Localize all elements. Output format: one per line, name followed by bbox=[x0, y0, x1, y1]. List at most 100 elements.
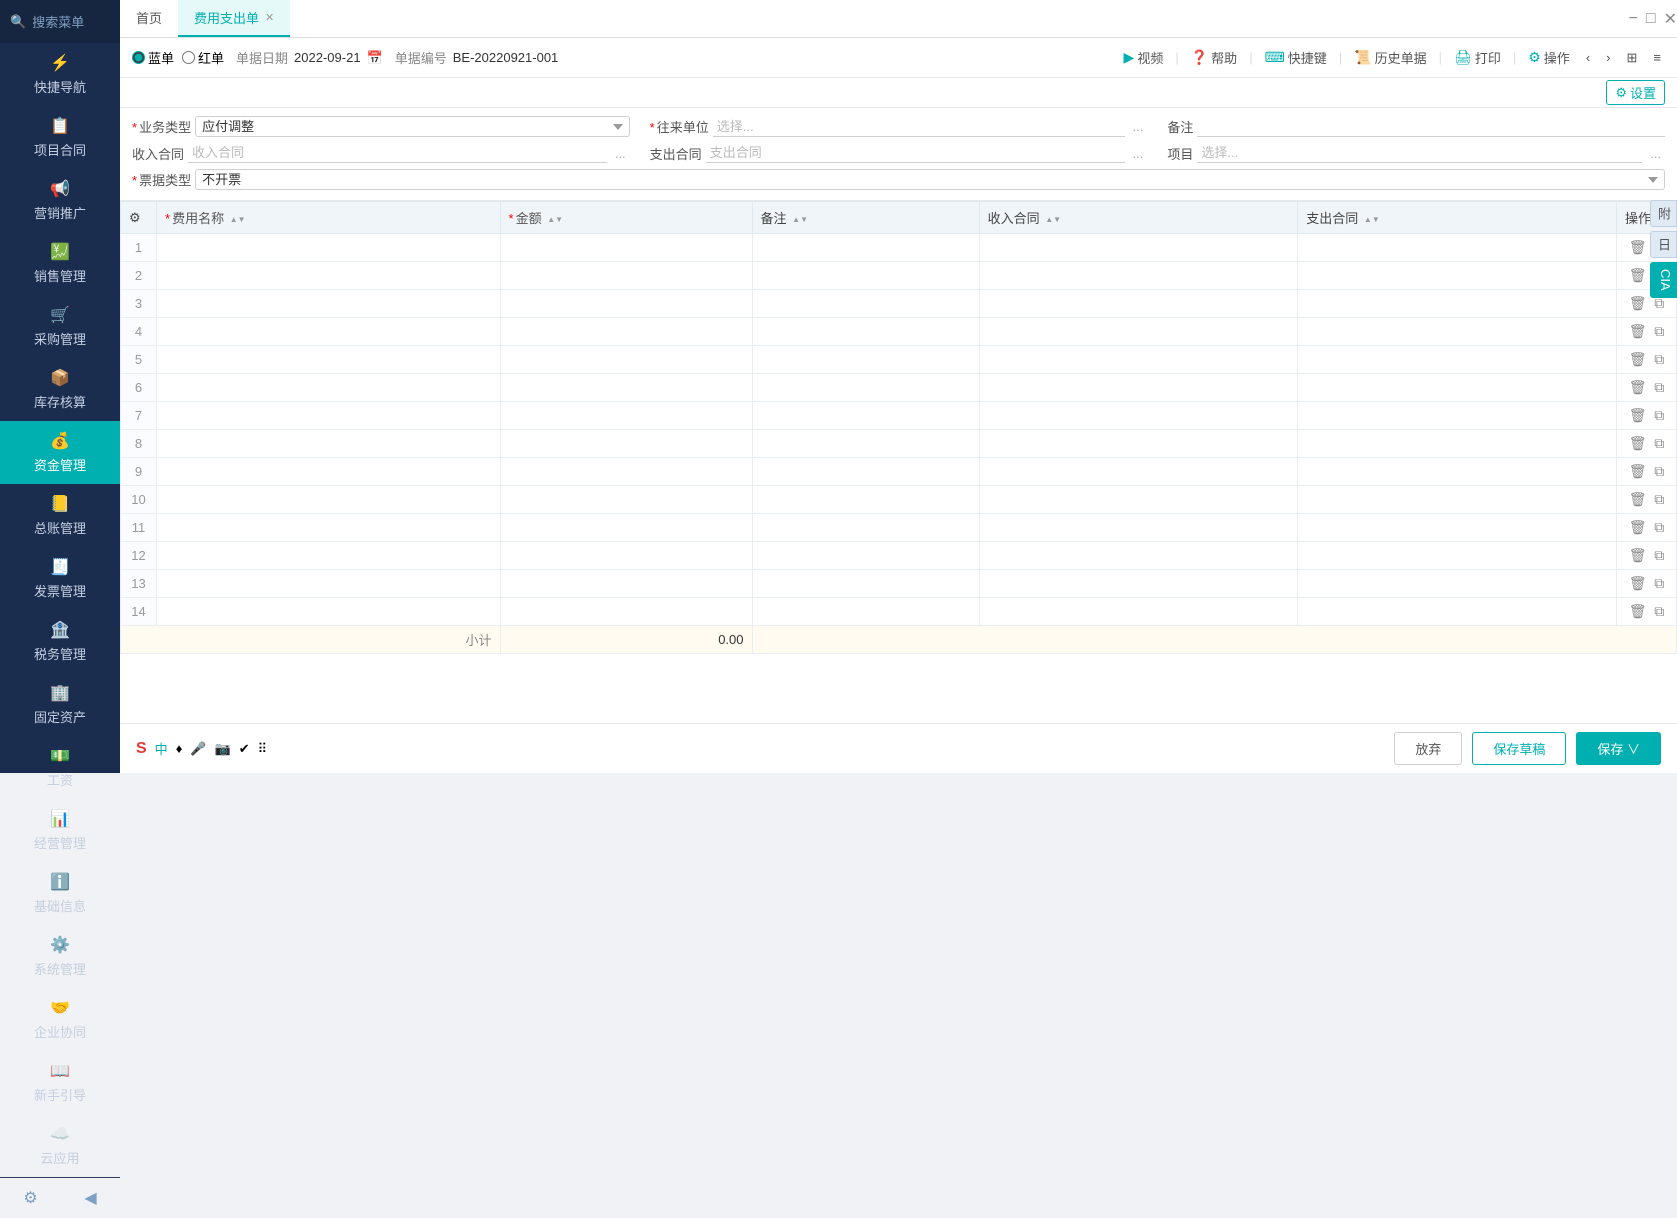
cell-amount-1[interactable] bbox=[500, 234, 752, 262]
radio-red[interactable]: 红单 bbox=[182, 48, 224, 67]
copy-row-11-icon[interactable]: ⧉ bbox=[1654, 519, 1664, 535]
cell-remark-2[interactable] bbox=[752, 262, 979, 290]
radio-blue[interactable]: 蓝单 bbox=[132, 48, 174, 67]
copy-row-6-icon[interactable]: ⧉ bbox=[1654, 379, 1664, 395]
cell-name-11[interactable] bbox=[157, 514, 501, 542]
cell-remark-6[interactable] bbox=[752, 374, 979, 402]
sort-amount-icon[interactable]: ▲▼ bbox=[547, 216, 563, 224]
speaker-icon[interactable]: ◀ bbox=[84, 1188, 96, 1208]
cell-income-6[interactable] bbox=[979, 374, 1298, 402]
sidebar-item-sales[interactable]: 💹 销售管理 bbox=[0, 232, 120, 295]
cell-expense-9[interactable] bbox=[1298, 458, 1617, 486]
nav-prev-btn[interactable]: ‹ bbox=[1582, 48, 1594, 67]
sidebar-item-accounting[interactable]: 📒 总账管理 bbox=[0, 484, 120, 547]
project-dots[interactable]: ... bbox=[1646, 146, 1665, 161]
settings-icon[interactable]: ⚙ bbox=[23, 1188, 37, 1208]
sort-income-icon[interactable]: ▲▼ bbox=[1045, 216, 1061, 224]
delete-row-9-icon[interactable]: 🗑 bbox=[1629, 463, 1647, 479]
cell-remark-10[interactable] bbox=[752, 486, 979, 514]
invoice-type-select[interactable]: 不开票 bbox=[195, 169, 1665, 190]
sidebar-item-base-info[interactable]: ℹ️ 基础信息 bbox=[0, 862, 120, 925]
cell-remark-4[interactable] bbox=[752, 318, 979, 346]
th-gear[interactable]: ⚙ bbox=[121, 202, 157, 234]
sidebar-item-invoice[interactable]: 🧾 发票管理 bbox=[0, 547, 120, 610]
cell-amount-13[interactable] bbox=[500, 570, 752, 598]
cell-expense-4[interactable] bbox=[1298, 318, 1617, 346]
cell-name-4[interactable] bbox=[157, 318, 501, 346]
copy-row-5-icon[interactable]: ⧉ bbox=[1654, 351, 1664, 367]
tab-home[interactable]: 首页 bbox=[120, 0, 178, 37]
cell-expense-8[interactable] bbox=[1298, 430, 1617, 458]
cell-remark-13[interactable] bbox=[752, 570, 979, 598]
cell-expense-3[interactable] bbox=[1298, 290, 1617, 318]
copy-row-12-icon[interactable]: ⧉ bbox=[1654, 547, 1664, 563]
cell-income-14[interactable] bbox=[979, 598, 1298, 626]
cell-amount-7[interactable] bbox=[500, 402, 752, 430]
sidebar-item-cloud[interactable]: ☁️ 云应用 bbox=[0, 1114, 120, 1177]
video-btn[interactable]: ▶ 视频 bbox=[1120, 46, 1168, 69]
sidebar-item-project-contract[interactable]: 📋 项目合同 bbox=[0, 106, 120, 169]
cell-income-12[interactable] bbox=[979, 542, 1298, 570]
expense-contract-dots[interactable]: ... bbox=[1129, 146, 1148, 161]
delete-row-11-icon[interactable]: 🗑 bbox=[1629, 519, 1647, 535]
delete-row-4-icon[interactable]: 🗑 bbox=[1629, 323, 1647, 339]
sidebar-item-capital[interactable]: 💰 资金管理 bbox=[0, 421, 120, 484]
shortcut-btn[interactable]: ⌨ 快捷键 bbox=[1261, 46, 1331, 69]
cell-income-9[interactable] bbox=[979, 458, 1298, 486]
cell-amount-4[interactable] bbox=[500, 318, 752, 346]
cell-expense-1[interactable] bbox=[1298, 234, 1617, 262]
cell-remark-14[interactable] bbox=[752, 598, 979, 626]
cell-amount-9[interactable] bbox=[500, 458, 752, 486]
delete-row-7-icon[interactable]: 🗑 bbox=[1629, 407, 1647, 423]
sidebar-item-inventory[interactable]: 📦 库存核算 bbox=[0, 358, 120, 421]
cell-name-10[interactable] bbox=[157, 486, 501, 514]
tab-expense[interactable]: 费用支出单 ✕ bbox=[178, 0, 290, 37]
cell-name-3[interactable] bbox=[157, 290, 501, 318]
delete-row-6-icon[interactable]: 🗑 bbox=[1629, 379, 1647, 395]
window-close[interactable]: ✕ bbox=[1664, 9, 1677, 29]
cell-name-1[interactable] bbox=[157, 234, 501, 262]
copy-row-13-icon[interactable]: ⧉ bbox=[1654, 575, 1664, 591]
cell-amount-12[interactable] bbox=[500, 542, 752, 570]
expense-contract-input[interactable] bbox=[706, 143, 1125, 163]
cell-amount-3[interactable] bbox=[500, 290, 752, 318]
cell-remark-9[interactable] bbox=[752, 458, 979, 486]
calendar-icon[interactable]: 📅 bbox=[367, 50, 383, 66]
help-btn[interactable]: ❓ 帮助 bbox=[1187, 46, 1241, 69]
sidebar-item-quick-nav[interactable]: ⚡ 快捷导航 bbox=[0, 43, 120, 106]
delete-row-10-icon[interactable]: 🗑 bbox=[1629, 491, 1647, 507]
partner-dots[interactable]: ... bbox=[1129, 119, 1148, 134]
cell-remark-11[interactable] bbox=[752, 514, 979, 542]
cell-name-5[interactable] bbox=[157, 346, 501, 374]
history-btn[interactable]: 📜 历史单据 bbox=[1350, 46, 1430, 69]
sort-remark-icon[interactable]: ▲▼ bbox=[792, 216, 808, 224]
sidebar-item-newbie[interactable]: 📖 新手引导 bbox=[0, 1051, 120, 1114]
cell-name-14[interactable] bbox=[157, 598, 501, 626]
project-input[interactable] bbox=[1197, 143, 1642, 163]
window-maximize[interactable]: □ bbox=[1646, 10, 1656, 28]
cell-amount-14[interactable] bbox=[500, 598, 752, 626]
cell-income-2[interactable] bbox=[979, 262, 1298, 290]
income-contract-dots[interactable]: ... bbox=[611, 146, 630, 161]
float-attach[interactable]: 附 bbox=[1650, 200, 1677, 227]
cell-name-9[interactable] bbox=[157, 458, 501, 486]
window-minimize[interactable]: − bbox=[1629, 10, 1638, 28]
delete-row-14-icon[interactable]: 🗑 bbox=[1629, 603, 1647, 619]
cell-expense-13[interactable] bbox=[1298, 570, 1617, 598]
cell-expense-12[interactable] bbox=[1298, 542, 1617, 570]
cell-expense-5[interactable] bbox=[1298, 346, 1617, 374]
cell-expense-14[interactable] bbox=[1298, 598, 1617, 626]
cell-remark-1[interactable] bbox=[752, 234, 979, 262]
copy-row-9-icon[interactable]: ⧉ bbox=[1654, 463, 1664, 479]
cell-amount-2[interactable] bbox=[500, 262, 752, 290]
delete-row-3-icon[interactable]: 🗑 bbox=[1629, 295, 1647, 311]
cell-expense-6[interactable] bbox=[1298, 374, 1617, 402]
copy-row-8-icon[interactable]: ⧉ bbox=[1654, 435, 1664, 451]
cell-income-1[interactable] bbox=[979, 234, 1298, 262]
delete-row-13-icon[interactable]: 🗑 bbox=[1629, 575, 1647, 591]
sort-name-icon[interactable]: ▲▼ bbox=[230, 216, 246, 224]
cell-name-13[interactable] bbox=[157, 570, 501, 598]
cell-remark-7[interactable] bbox=[752, 402, 979, 430]
cell-remark-3[interactable] bbox=[752, 290, 979, 318]
cell-income-11[interactable] bbox=[979, 514, 1298, 542]
